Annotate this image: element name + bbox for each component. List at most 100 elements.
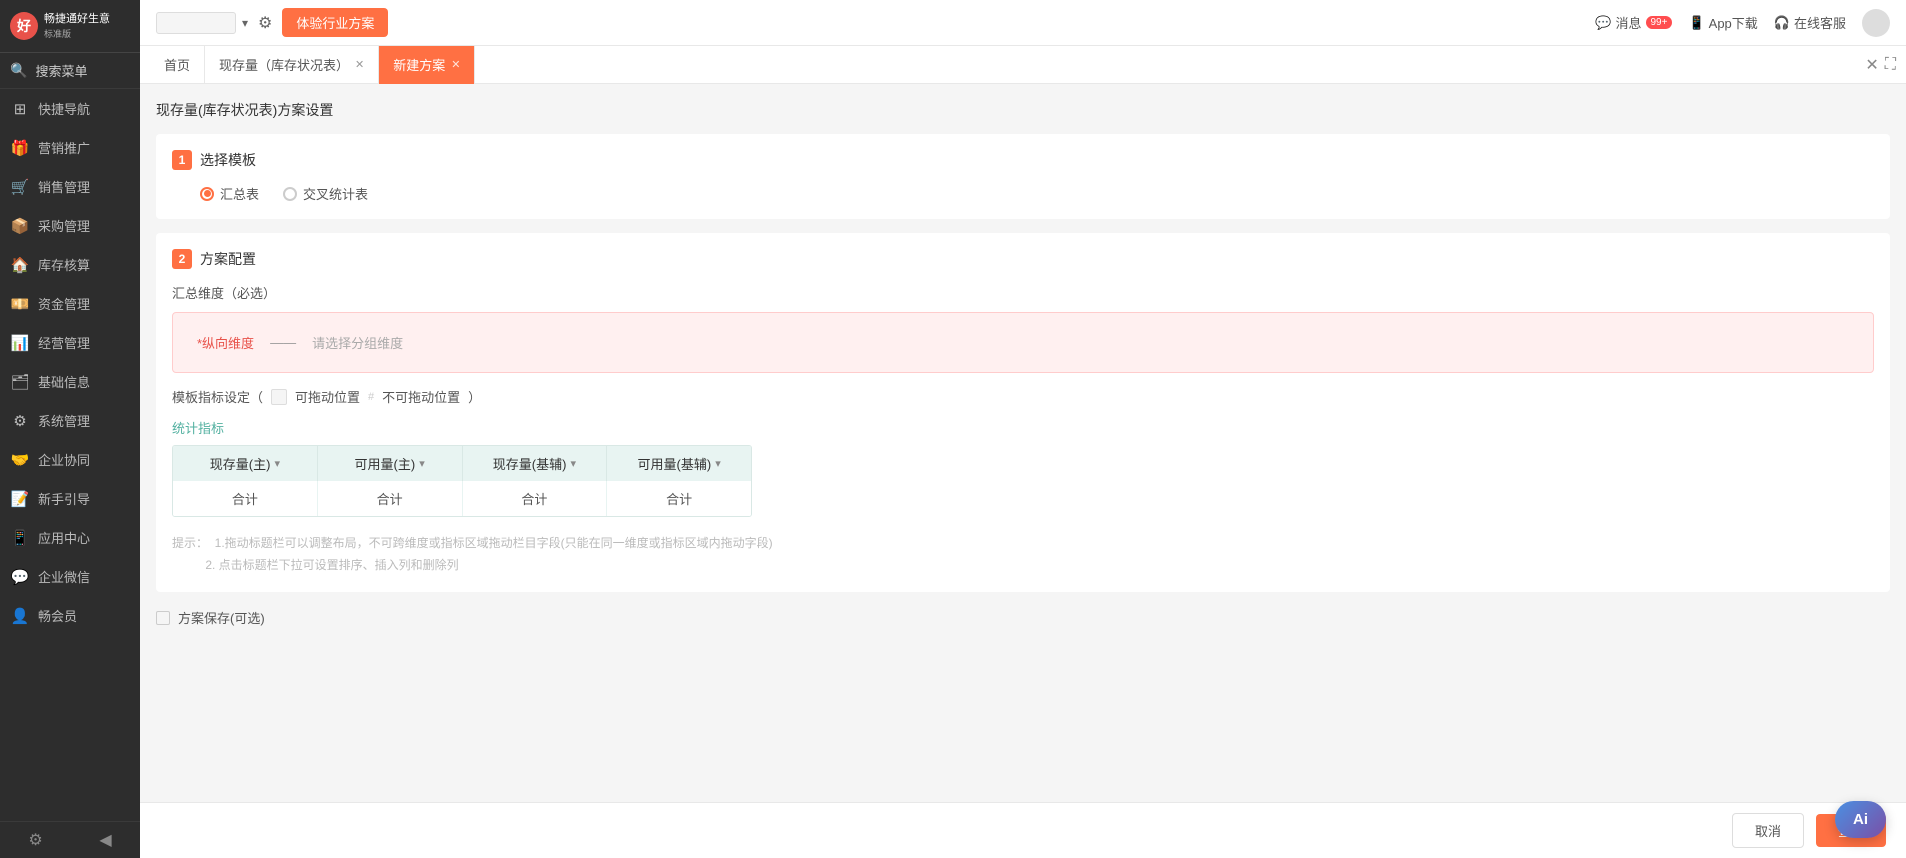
movable-label: 可拖动位置 [295, 387, 360, 406]
quick-nav-icon: ⊞ [10, 100, 30, 118]
dimension-field-label: *纵向维度 [197, 333, 254, 352]
sidebar-item-finance[interactable]: 💴 资金管理 [0, 284, 140, 323]
app-edition: 标准版 [44, 27, 110, 40]
sidebar-item-member[interactable]: 👤 畅会员 [0, 596, 140, 635]
header-left: ▾ ⚙ 体验行业方案 [156, 8, 388, 37]
collapse-btn[interactable]: ◀ [99, 830, 111, 850]
col-4-dropdown-icon[interactable]: ▾ [715, 457, 721, 470]
tab-inventory-close-icon[interactable]: ✕ [355, 58, 364, 71]
top-header: ▾ ⚙ 体验行业方案 💬 消息 99+ 📱 App下载 🎧 在线客服 [140, 0, 1906, 46]
tab-home[interactable]: 首页 [150, 46, 205, 84]
operations-icon: 📊 [10, 334, 30, 352]
template-options: 汇总表 交叉统计表 [200, 184, 1874, 203]
template-summary-option[interactable]: 汇总表 [200, 184, 259, 203]
col-3-dropdown-icon[interactable]: ▾ [570, 457, 576, 470]
search-label: 搜索菜单 [35, 61, 87, 80]
nav-label: 企业微信 [38, 567, 90, 586]
summary-radio-circle[interactable] [200, 187, 214, 201]
header-search-input[interactable] [156, 12, 236, 34]
nav-label: 销售管理 [38, 177, 90, 196]
sidebar-item-quick-nav[interactable]: ⊞ 快捷导航 [0, 89, 140, 128]
nav-label: 资金管理 [38, 294, 90, 313]
search-icon: 🔍 [10, 62, 27, 79]
stats-body-col-3: 合计 [463, 481, 608, 516]
tabs-bar: 首页 现存量（库存状况表） ✕ 新建方案 ✕ ✕ ⛶ [140, 46, 1906, 84]
sidebar-item-purchase[interactable]: 📦 采购管理 [0, 206, 140, 245]
sidebar-item-inventory[interactable]: 🏠 库存核算 [0, 245, 140, 284]
messages-area[interactable]: 💬 消息 99+ [1595, 13, 1672, 32]
save-checkbox[interactable] [156, 611, 170, 625]
col-1-dropdown-icon[interactable]: ▾ [274, 457, 280, 470]
col-4-name: 可用量(基辅) [638, 454, 712, 473]
stats-title: 统计指标 [172, 418, 1874, 437]
fixed-badge: # [368, 391, 374, 403]
header-dropdown-btn[interactable]: ▾ [242, 16, 248, 30]
wechat-icon: 💬 [10, 568, 30, 586]
cross-radio-circle[interactable] [283, 187, 297, 201]
tips-area: 提示： 1.拖动标题栏可以调整布局，不可跨维度或指标区域拖动栏目字段(只能在同一… [172, 533, 1874, 576]
dimension-box: *纵向维度 —— 请选择分组维度 [172, 312, 1874, 373]
nav-label: 畅会员 [38, 606, 77, 625]
header-gear-icon[interactable]: ⚙ [258, 13, 272, 33]
tab-new-plan-close-icon[interactable]: ✕ [451, 58, 460, 71]
nav-label: 营销推广 [38, 138, 90, 157]
tip-1: 提示： 1.拖动标题栏可以调整布局，不可跨维度或指标区域拖动栏目字段(只能在同一… [172, 533, 1874, 555]
summary-option-label: 汇总表 [220, 184, 259, 203]
section-config: 2 方案配置 汇总维度（必选） *纵向维度 —— 请选择分组维度 模板指标设定（ [156, 233, 1890, 592]
dimension-label: 汇总维度（必选） [172, 283, 1874, 302]
col-2-name: 可用量(主) [355, 454, 416, 473]
sidebar-item-operations[interactable]: 📊 经营管理 [0, 323, 140, 362]
sidebar-nav: ⊞ 快捷导航 🎁 营销推广 🛒 销售管理 📦 采购管理 🏠 库存核算 💴 资金管… [0, 89, 140, 821]
settings-bottom-btn[interactable]: ⚙ [28, 830, 42, 850]
summary-radio-inner [204, 190, 211, 197]
movable-badge [271, 389, 287, 405]
tab-expand-btn[interactable]: ⛶ [1885, 55, 1896, 75]
tab-new-plan[interactable]: 新建方案 ✕ [379, 46, 475, 84]
nav-label: 采购管理 [38, 216, 90, 235]
user-avatar[interactable] [1862, 9, 1890, 37]
section-template: 1 选择模板 汇总表 交叉统计表 [156, 134, 1890, 219]
sidebar-item-basic-info[interactable]: 🗂 基础信息 [0, 362, 140, 401]
section1-header: 1 选择模板 [172, 150, 1874, 170]
enterprise-icon: 🤝 [10, 451, 30, 469]
save-label: 方案保存(可选) [178, 608, 265, 627]
sidebar-logo: 好 畅捷通好生意 标准版 [0, 0, 140, 53]
sidebar-item-system[interactable]: ⚙ 系统管理 [0, 401, 140, 440]
indicator-label: 模板指标设定（ 可拖动位置 # 不可拖动位置 ） [172, 387, 1874, 406]
stats-body-val-1: 合计 [232, 489, 258, 508]
sidebar-item-guide[interactable]: 📝 新手引导 [0, 479, 140, 518]
tab-inventory-status[interactable]: 现存量（库存状况表） ✕ [205, 46, 379, 84]
template-cross-option[interactable]: 交叉统计表 [283, 184, 368, 203]
sidebar-search[interactable]: 🔍 搜索菜单 [0, 53, 140, 89]
sidebar-item-sales[interactable]: 🛒 销售管理 [0, 167, 140, 206]
tab-home-label: 首页 [164, 55, 190, 74]
app-download-label: App下载 [1709, 13, 1758, 32]
app-download-area[interactable]: 📱 App下载 [1688, 13, 1757, 32]
sidebar-item-app-center[interactable]: 📱 应用中心 [0, 518, 140, 557]
sidebar-item-enterprise[interactable]: 🤝 企业协同 [0, 440, 140, 479]
member-icon: 👤 [10, 607, 30, 625]
dimension-placeholder[interactable]: 请选择分组维度 [312, 333, 403, 352]
inventory-icon: 🏠 [10, 256, 30, 274]
cross-option-label: 交叉统计表 [303, 184, 368, 203]
tip-2: 2. 点击标题栏下拉可设置排序、插入列和删除列 [172, 555, 1874, 577]
industry-btn[interactable]: 体验行业方案 [282, 8, 388, 37]
ai-fab-button[interactable]: Ai [1835, 801, 1886, 838]
page-footer: 取消 查询 [140, 802, 1906, 858]
guide-icon: 📝 [10, 490, 30, 508]
save-checkbox-area: 方案保存(可选) [156, 608, 1890, 627]
stats-body-col-4: 合计 [607, 481, 751, 516]
col-1-name: 现存量(主) [210, 454, 271, 473]
sidebar-item-wechat[interactable]: 💬 企业微信 [0, 557, 140, 596]
col-2-dropdown-icon[interactable]: ▾ [419, 457, 425, 470]
section1-title: 选择模板 [200, 150, 256, 170]
online-service-area[interactable]: 🎧 在线客服 [1774, 13, 1846, 32]
tabs-right-controls: ✕ ⛶ [1865, 55, 1896, 75]
app-logo-icon: 好 [10, 12, 38, 40]
messages-badge: 99+ [1646, 16, 1673, 29]
stats-table-header: 现存量(主) ▾ 可用量(主) ▾ 现存量(基辅) ▾ 可用量(基辅) [173, 446, 751, 481]
cancel-button[interactable]: 取消 [1732, 813, 1804, 848]
sidebar-item-marketing[interactable]: 🎁 营销推广 [0, 128, 140, 167]
app-name: 畅捷通好生意 [44, 12, 110, 27]
tab-close-window-btn[interactable]: ✕ [1865, 55, 1878, 75]
